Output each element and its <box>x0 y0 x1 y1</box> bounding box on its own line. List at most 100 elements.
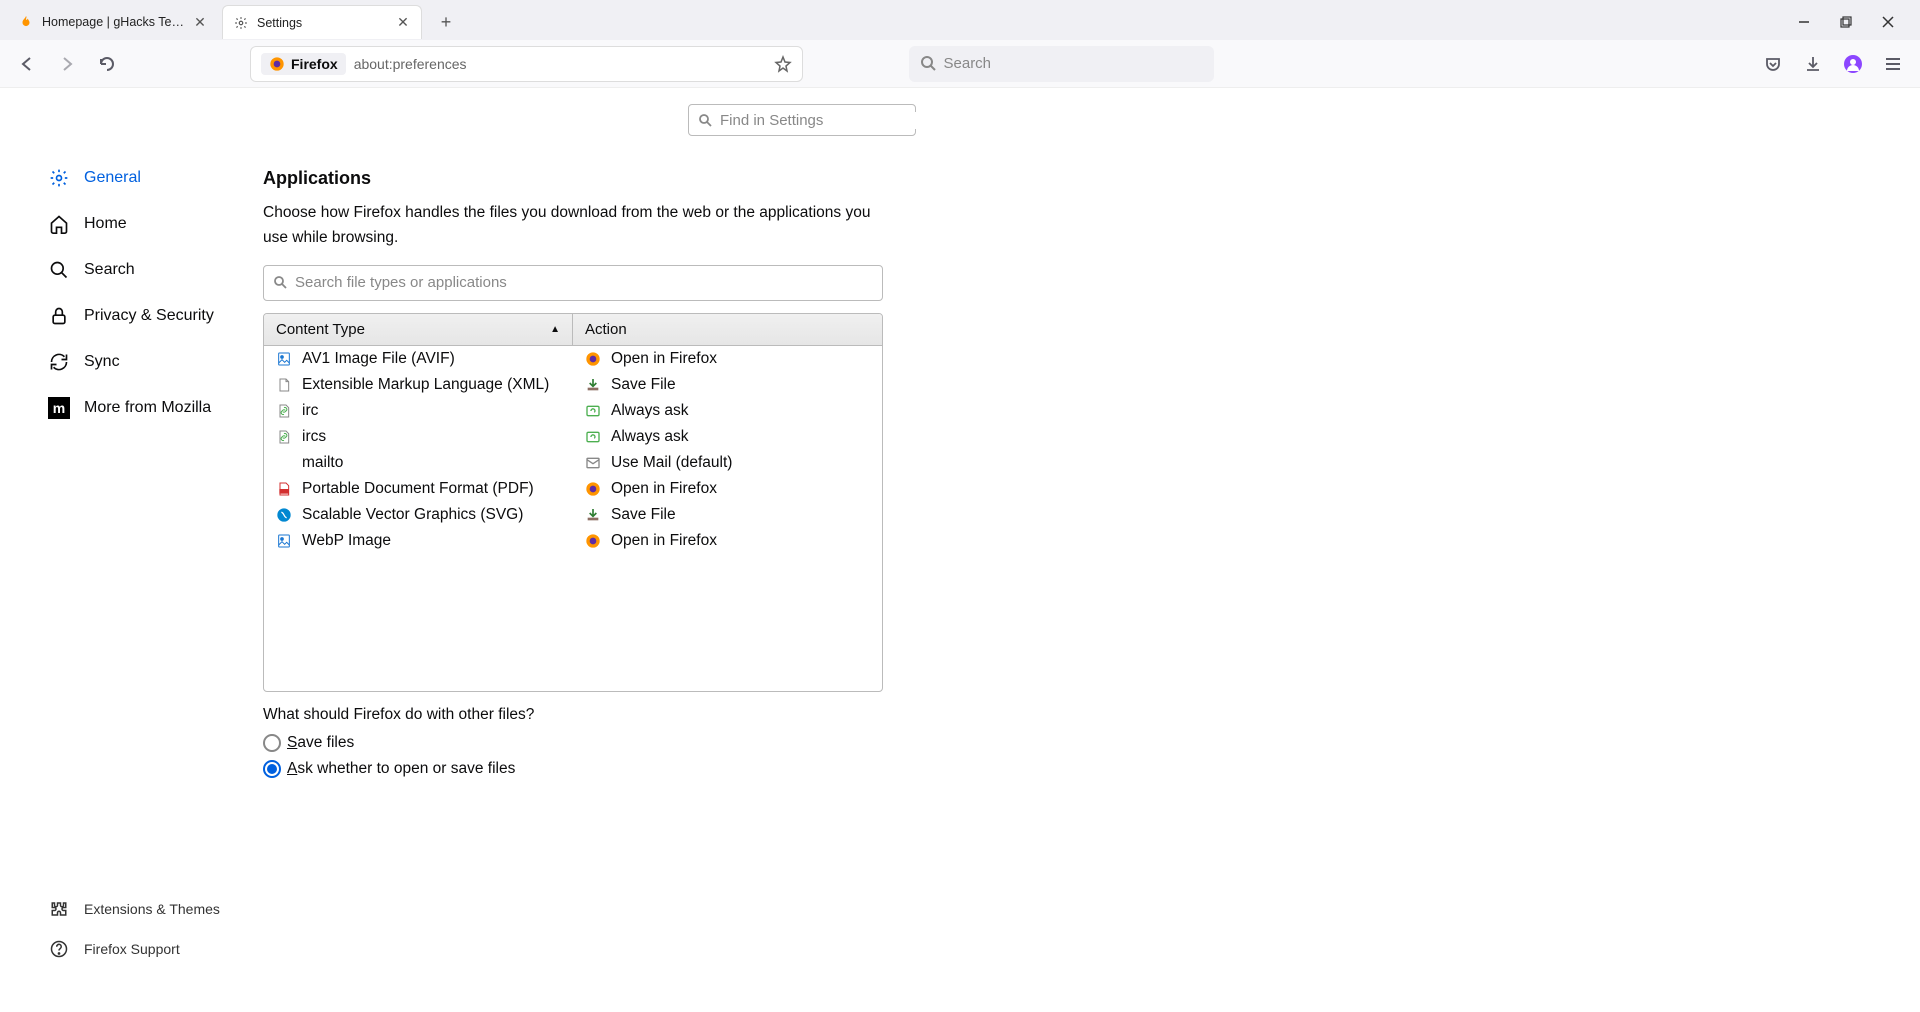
radio-checked-icon <box>263 760 281 778</box>
new-tab-button[interactable]: + <box>432 8 460 36</box>
maximize-button[interactable] <box>1834 10 1858 34</box>
firefox-icon <box>585 481 601 497</box>
content-type-label: Scalable Vector Graphics (SVG) <box>302 506 523 524</box>
mail-icon <box>585 455 601 471</box>
sidebar-item-more[interactable]: m More from Mozilla <box>40 388 233 428</box>
sidebar-item-sync[interactable]: Sync <box>40 342 233 382</box>
reload-button[interactable] <box>90 47 124 81</box>
tab-title: Homepage | gHacks Technolog <box>42 15 184 29</box>
account-icon[interactable] <box>1836 47 1870 81</box>
content-type-label: ircs <box>302 428 326 446</box>
sidebar-item-label: Privacy & Security <box>84 307 214 325</box>
table-row[interactable]: WebP ImageOpen in Firefox <box>264 528 882 554</box>
table-row[interactable]: Portable Document Format (PDF) Open in Fi… <box>264 476 882 502</box>
table-row[interactable]: Scalable Vector Graphics (SVG)Save File <box>264 502 882 528</box>
link-file-icon <box>276 429 292 445</box>
firefox-icon <box>269 56 285 72</box>
browser-toolbar: Firefox about:preferences Search <box>0 40 1920 88</box>
table-row[interactable]: irc Always ask <box>264 398 882 424</box>
table-row[interactable]: Extensible Markup Language (XML) Save Fil… <box>264 372 882 398</box>
gear-icon <box>48 167 70 189</box>
search-placeholder: Search <box>944 55 992 72</box>
find-in-settings-input[interactable] <box>720 112 919 129</box>
lock-icon <box>48 305 70 327</box>
content-type-label: WebP Image <box>302 532 391 550</box>
help-icon <box>48 938 70 960</box>
save-icon <box>585 377 601 393</box>
action-label: Open in Firefox <box>611 480 717 498</box>
identity-label: Firefox <box>291 56 338 72</box>
option-label: Save files <box>287 734 354 752</box>
pdf-file-icon <box>276 481 292 497</box>
search-icon <box>699 114 712 127</box>
image-file-icon <box>276 351 292 367</box>
other-files-question: What should Firefox do with other files? <box>263 706 883 724</box>
content-type-label: mailto <box>302 454 343 472</box>
sidebar-item-label: Search <box>84 261 135 279</box>
doc-file-icon <box>276 377 292 393</box>
table-row[interactable]: AV1 Image File (AVIF)Open in Firefox <box>264 346 882 372</box>
option-ask[interactable]: Ask whether to open or save files <box>263 760 883 778</box>
table-header: Content Type ▲ Action <box>264 314 882 346</box>
ask-icon <box>585 403 601 419</box>
tab-title: Settings <box>257 16 387 30</box>
tab-settings[interactable]: Settings ✕ <box>222 5 422 39</box>
sidebar-item-label: Extensions & Themes <box>84 901 220 917</box>
image-file-icon <box>276 533 292 549</box>
pocket-icon[interactable] <box>1756 47 1790 81</box>
option-save-files[interactable]: Save files <box>263 734 883 752</box>
close-window-button[interactable] <box>1876 10 1900 34</box>
sidebar-item-extensions[interactable]: Extensions & Themes <box>40 892 233 926</box>
action-label: Open in Firefox <box>611 350 717 368</box>
close-icon[interactable]: ✕ <box>192 14 208 30</box>
section-heading: Applications <box>263 168 883 189</box>
sync-icon <box>48 351 70 373</box>
forward-button[interactable] <box>50 47 84 81</box>
column-action[interactable]: Action <box>573 314 882 345</box>
sidebar-item-home[interactable]: Home <box>40 204 233 244</box>
search-icon <box>274 276 287 289</box>
bookmark-star-icon[interactable] <box>774 55 792 73</box>
applications-search[interactable] <box>263 265 883 301</box>
sidebar-item-support[interactable]: Firefox Support <box>40 932 233 966</box>
action-label: Always ask <box>611 402 689 420</box>
url-value: about:preferences <box>354 56 766 72</box>
applications-search-input[interactable] <box>295 274 872 291</box>
sidebar-item-general[interactable]: General <box>40 158 233 198</box>
search-icon <box>48 259 70 281</box>
minimize-button[interactable] <box>1792 10 1816 34</box>
sidebar-item-label: More from Mozilla <box>84 399 211 417</box>
sidebar-item-label: Home <box>84 215 127 233</box>
content-type-label: Portable Document Format (PDF) <box>302 480 534 498</box>
find-in-settings[interactable] <box>688 104 916 136</box>
blank-icon <box>276 455 292 471</box>
sidebar-item-label: Sync <box>84 353 120 371</box>
save-icon <box>585 507 601 523</box>
downloads-icon[interactable] <box>1796 47 1830 81</box>
action-label: Save File <box>611 376 676 394</box>
table-row[interactable]: mailto Use Mail (default) <box>264 450 882 476</box>
app-menu-button[interactable] <box>1876 47 1910 81</box>
option-label: Ask whether to open or save files <box>287 760 515 778</box>
sidebar-item-search[interactable]: Search <box>40 250 233 290</box>
gear-icon <box>233 15 249 31</box>
sidebar-item-privacy[interactable]: Privacy & Security <box>40 296 233 336</box>
identity-box[interactable]: Firefox <box>261 53 346 75</box>
sort-ascending-icon: ▲ <box>550 324 560 335</box>
content-type-label: Extensible Markup Language (XML) <box>302 376 549 394</box>
content-type-label: irc <box>302 402 318 420</box>
search-bar[interactable]: Search <box>909 46 1214 82</box>
tab-ghacks[interactable]: Homepage | gHacks Technolog ✕ <box>8 5 218 39</box>
column-content-type[interactable]: Content Type ▲ <box>264 314 573 345</box>
sidebar-item-label: General <box>84 169 141 187</box>
applications-table: Content Type ▲ Action AV1 Image File (AV… <box>263 313 883 692</box>
link-file-icon <box>276 403 292 419</box>
close-icon[interactable]: ✕ <box>395 15 411 31</box>
action-label: Use Mail (default) <box>611 454 732 472</box>
mozilla-icon: m <box>48 397 70 419</box>
back-button[interactable] <box>10 47 44 81</box>
action-label: Always ask <box>611 428 689 446</box>
table-row[interactable]: ircs Always ask <box>264 424 882 450</box>
settings-sidebar: General Home Search Privacy & Security Sync m… <box>0 88 253 1012</box>
url-bar[interactable]: Firefox about:preferences <box>250 46 803 82</box>
